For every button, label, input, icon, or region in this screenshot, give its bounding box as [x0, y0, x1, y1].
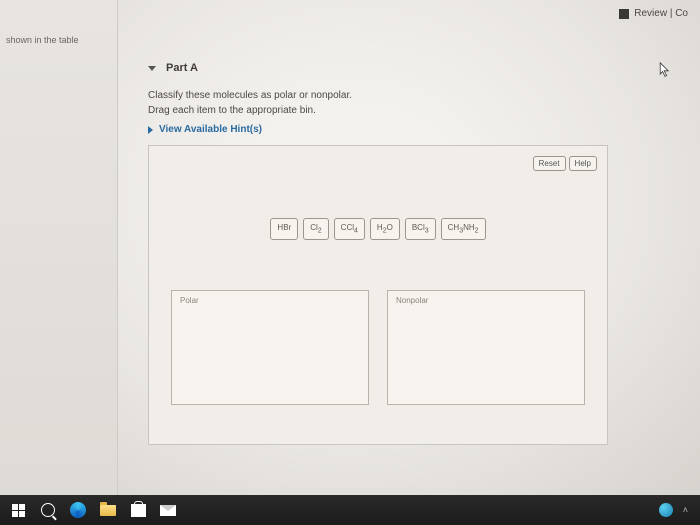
bin-polar-label: Polar — [180, 296, 360, 305]
explorer-button[interactable] — [94, 498, 122, 522]
review-link[interactable]: Review | Co — [634, 8, 688, 19]
instructions: Classify these molecules as polar or non… — [148, 88, 678, 118]
store-icon — [131, 504, 146, 517]
search-icon — [41, 503, 55, 517]
app-screen: shown in the table Review | Co Part A Cl… — [0, 0, 700, 495]
molecule-ccl4[interactable]: CCl4 — [334, 218, 365, 240]
tray-app-icon[interactable] — [659, 503, 673, 517]
instruction-line-2: Drag each item to the appropriate bin. — [148, 103, 678, 118]
molecule-h2o[interactable]: H2O — [370, 218, 400, 240]
bins-row: Polar Nonpolar — [159, 290, 597, 405]
caret-down-icon — [148, 66, 156, 71]
molecule-ch3nh2[interactable]: CH3NH2 — [441, 218, 486, 240]
control-buttons: Reset Help — [533, 156, 597, 171]
bin-nonpolar[interactable]: Nonpolar — [387, 290, 585, 405]
reset-button[interactable]: Reset — [533, 156, 566, 171]
folder-icon — [100, 505, 116, 516]
store-button[interactable] — [124, 498, 152, 522]
molecule-hbr[interactable]: HBr — [270, 218, 298, 240]
edge-icon — [70, 502, 86, 518]
main-area: Review | Co Part A Classify these molecu… — [118, 0, 700, 495]
bin-nonpolar-label: Nonpolar — [396, 296, 576, 305]
review-icon — [619, 9, 629, 19]
mail-button[interactable] — [154, 498, 182, 522]
molecule-tray: HBr Cl2 CCl4 H2O BCl3 CH3NH2 — [159, 218, 597, 240]
instruction-line-1: Classify these molecules as polar or non… — [148, 88, 678, 103]
part-header[interactable]: Part A — [148, 62, 678, 74]
hints-toggle[interactable]: View Available Hint(s) — [148, 124, 678, 135]
sidebar-text: shown in the table — [0, 35, 117, 45]
windows-icon — [12, 504, 25, 517]
topbar: Review | Co — [619, 8, 688, 19]
part-title: Part A — [166, 62, 198, 74]
sidebar: shown in the table — [0, 0, 118, 495]
bin-polar[interactable]: Polar — [171, 290, 369, 405]
mail-icon — [160, 505, 176, 516]
caret-right-icon — [148, 126, 153, 134]
start-button[interactable] — [4, 498, 32, 522]
search-button[interactable] — [34, 498, 62, 522]
tray-overflow-icon[interactable]: ˄ — [683, 505, 688, 515]
system-tray: ˄ — [659, 503, 696, 517]
hints-label: View Available Hint(s) — [159, 124, 262, 135]
help-button[interactable]: Help — [569, 156, 597, 171]
molecule-cl2[interactable]: Cl2 — [303, 218, 328, 240]
work-area: Reset Help HBr Cl2 CCl4 H2O BCl3 CH3NH2 … — [148, 145, 608, 445]
molecule-bcl3[interactable]: BCl3 — [405, 218, 436, 240]
edge-button[interactable] — [64, 498, 92, 522]
taskbar: ˄ — [0, 495, 700, 525]
